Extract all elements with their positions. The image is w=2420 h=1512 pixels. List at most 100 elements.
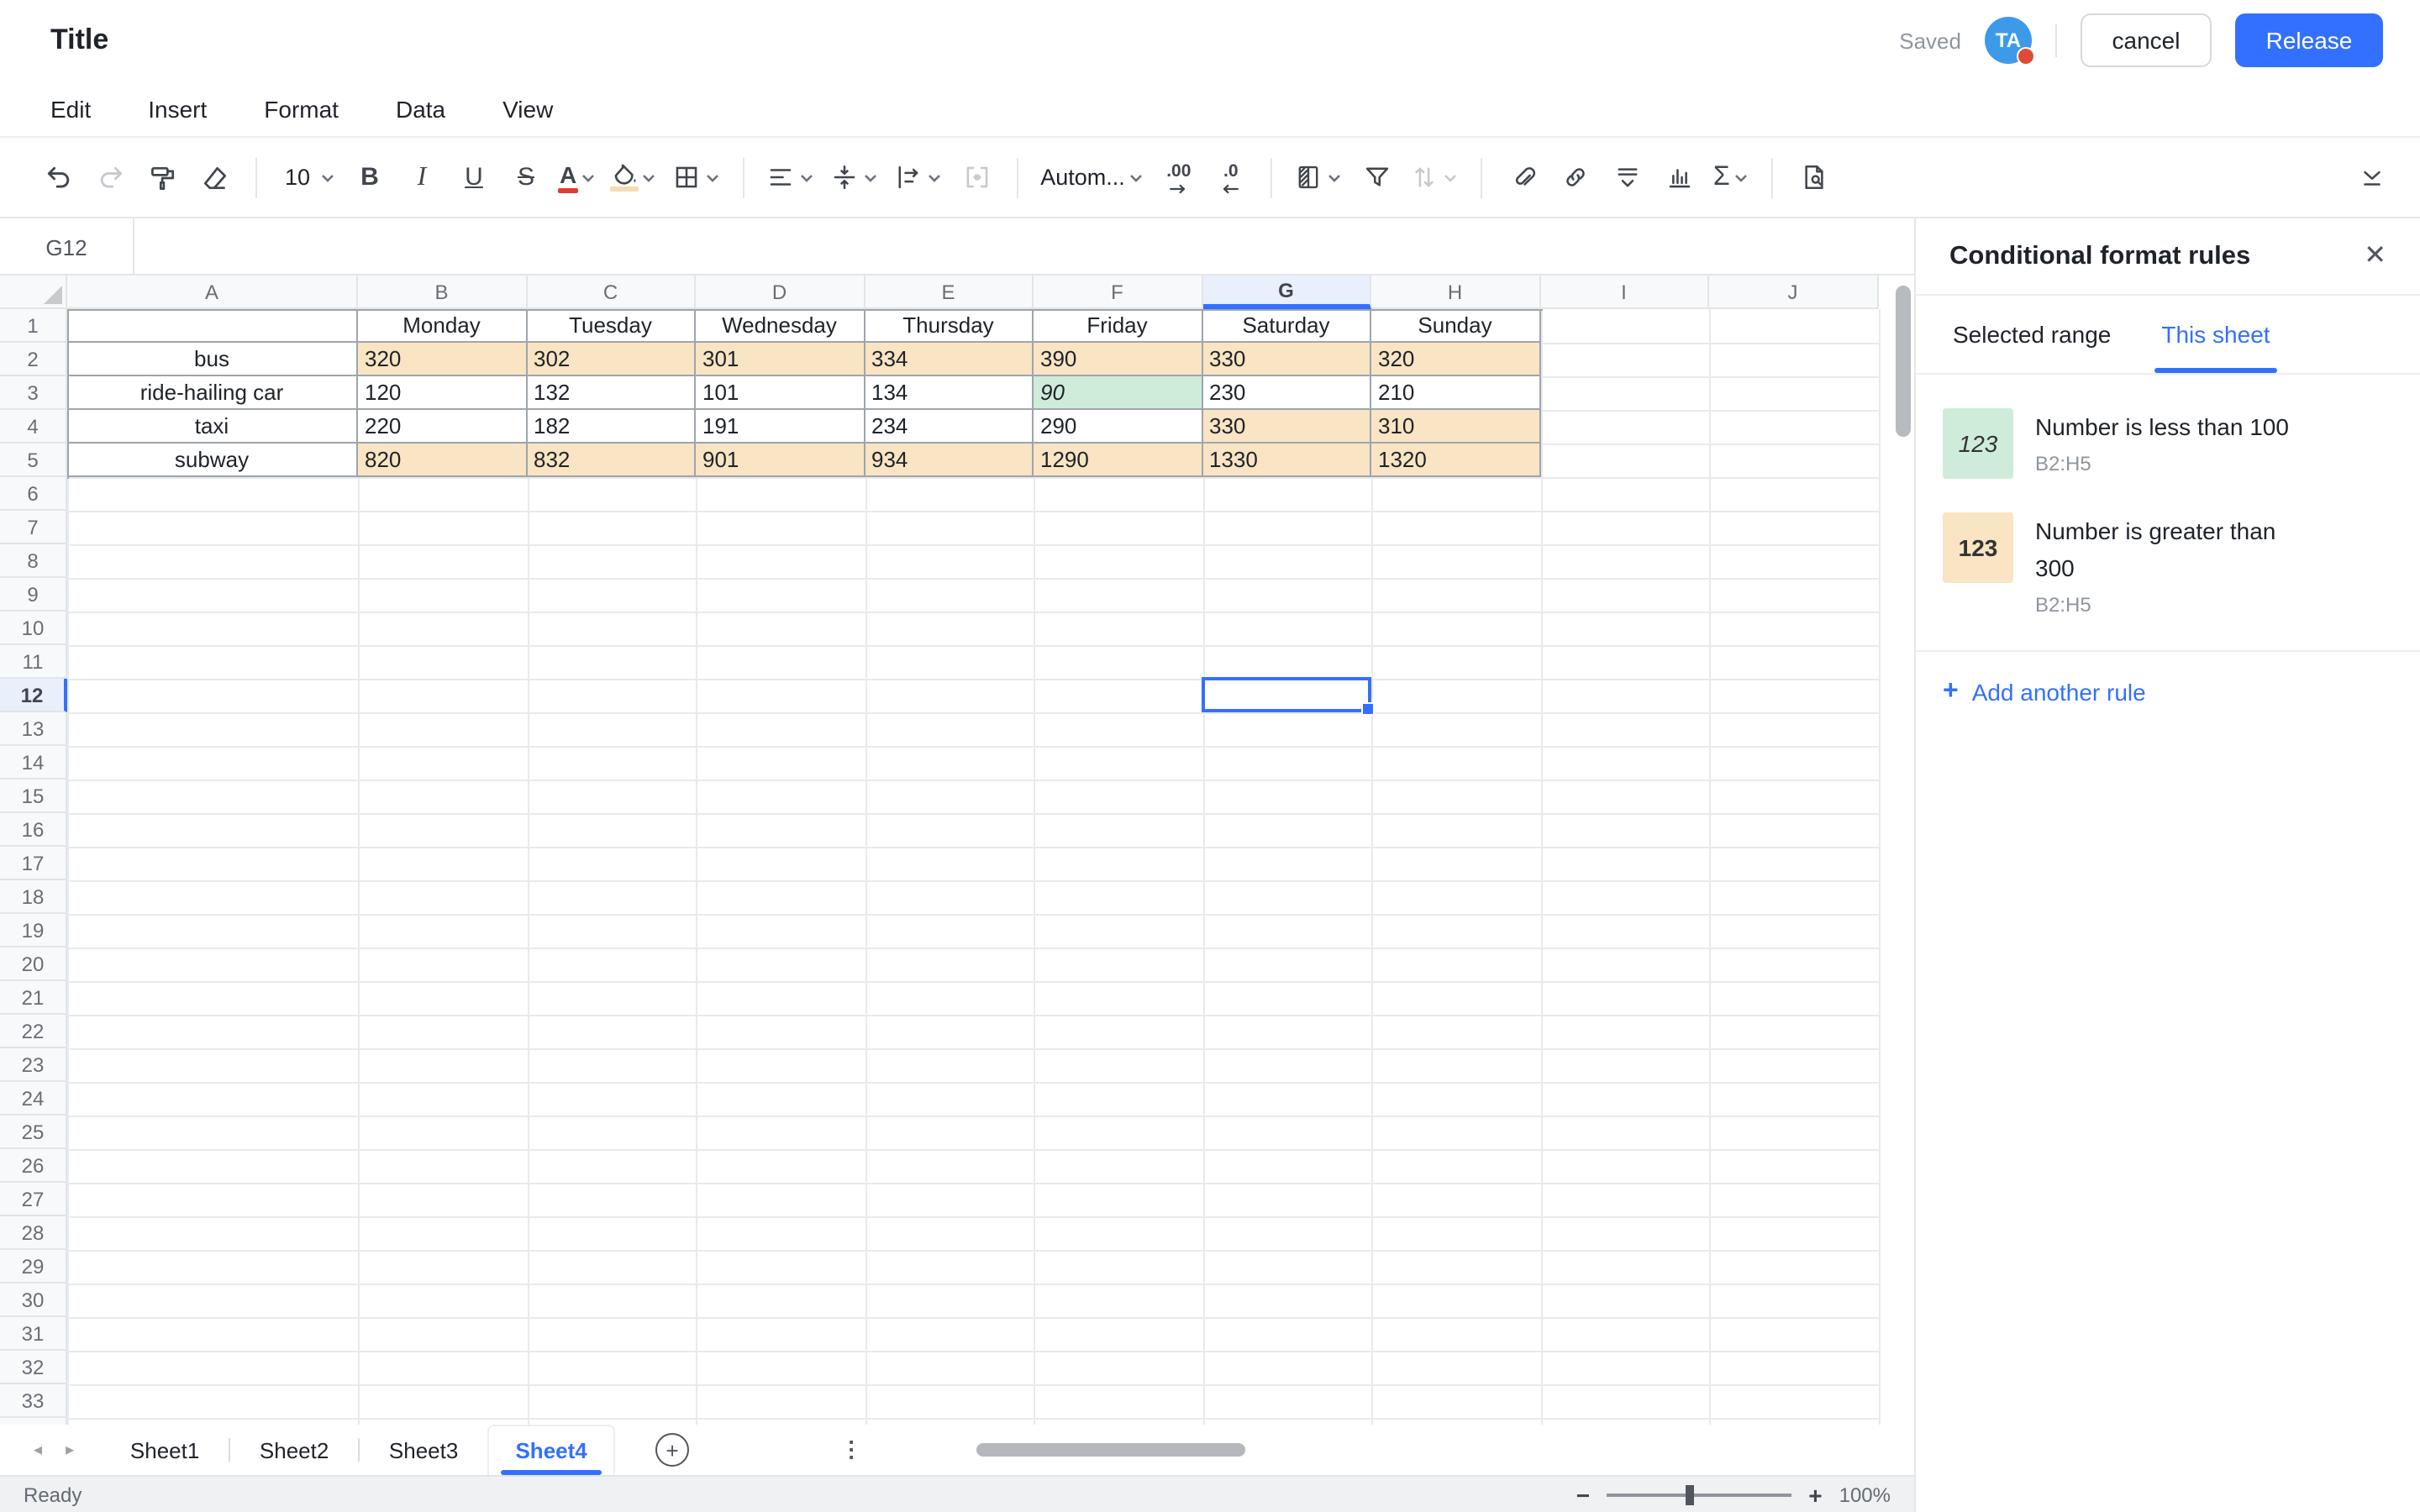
row-header-24[interactable]: 24 (0, 1082, 67, 1116)
row-header-18[interactable]: 18 (0, 880, 67, 914)
row-header-17[interactable]: 17 (0, 847, 67, 880)
cell-D1[interactable]: Wednesday (696, 309, 865, 343)
conditional-format-button[interactable] (1295, 155, 1344, 199)
doc-search-button[interactable] (1796, 155, 1833, 199)
format-rule-1[interactable]: 123 Number is less than 100 B2:H5 (1916, 375, 2420, 479)
add-sheet-button[interactable]: + (655, 1433, 690, 1467)
cell-A3[interactable]: ride-hailing car (67, 376, 358, 410)
column-header-G[interactable]: G (1202, 276, 1371, 309)
tab-scroll-left-icon[interactable]: ◂ (34, 1441, 42, 1459)
cancel-button[interactable]: cancel (2081, 13, 2212, 67)
row-header-31[interactable]: 31 (0, 1317, 67, 1351)
row-header-32[interactable]: 32 (0, 1351, 67, 1384)
cell-E5[interactable]: 934 (865, 444, 1034, 477)
column-header-H[interactable]: H (1371, 276, 1540, 309)
document-title[interactable]: Title (50, 24, 108, 57)
menu-view[interactable]: View (502, 95, 553, 122)
cell-A4[interactable]: taxi (67, 410, 358, 444)
cell-A2[interactable]: bus (67, 343, 358, 376)
sheet-tab-sheet2[interactable]: Sheet2 (230, 1425, 358, 1475)
tab-scroll-right-icon[interactable]: ▸ (66, 1441, 74, 1459)
cell-B4[interactable]: 220 (358, 410, 527, 444)
zoom-out-button[interactable]: − (1576, 1483, 1590, 1506)
menu-format[interactable]: Format (264, 95, 339, 122)
cell-E2[interactable]: 334 (865, 343, 1034, 376)
cell-E3[interactable]: 134 (865, 376, 1034, 410)
cell-C3[interactable]: 132 (527, 376, 696, 410)
cell-H4[interactable]: 310 (1371, 410, 1540, 444)
zoom-slider[interactable] (1607, 1484, 1792, 1504)
formula-button[interactable]: Σ (1713, 155, 1750, 199)
panel-tab-this-sheet[interactable]: This sheet (2154, 296, 2277, 373)
sheet-tab-sheet3[interactable]: Sheet3 (360, 1425, 487, 1475)
filter-button[interactable] (1359, 155, 1396, 199)
row-header-15[interactable]: 15 (0, 780, 67, 813)
column-header-F[interactable]: F (1034, 276, 1202, 309)
borders-button[interactable] (672, 155, 721, 199)
row-header-8[interactable]: 8 (0, 544, 67, 578)
cell-A1[interactable] (67, 309, 358, 343)
dropdown-list-button[interactable] (1609, 155, 1646, 199)
row-header-2[interactable]: 2 (0, 343, 67, 376)
horizontal-align-button[interactable] (766, 155, 815, 199)
text-wrap-button[interactable] (894, 155, 943, 199)
column-header-J[interactable]: J (1709, 276, 1878, 309)
row-header-12[interactable]: 12 (0, 679, 67, 712)
cell-E4[interactable]: 234 (865, 410, 1034, 444)
row-header-7[interactable]: 7 (0, 511, 67, 544)
cell-G3[interactable]: 230 (1202, 376, 1371, 410)
row-header-23[interactable]: 23 (0, 1048, 67, 1082)
row-header-27[interactable]: 27 (0, 1183, 67, 1216)
cell-C1[interactable]: Tuesday (527, 309, 696, 343)
sheet-more-button[interactable]: ⋮ (840, 1436, 862, 1463)
column-header-E[interactable]: E (865, 276, 1034, 309)
name-box[interactable]: G12 (0, 218, 134, 276)
cell-H3[interactable]: 210 (1371, 376, 1540, 410)
cell-A5[interactable]: subway (67, 444, 358, 477)
fill-color-button[interactable] (610, 155, 657, 199)
row-header-21[interactable]: 21 (0, 981, 67, 1015)
row-header-14[interactable]: 14 (0, 746, 67, 780)
row-header-10[interactable]: 10 (0, 612, 67, 645)
cell-C2[interactable]: 302 (527, 343, 696, 376)
row-header-6[interactable]: 6 (0, 477, 67, 511)
cell-F3[interactable]: 90 (1034, 376, 1202, 410)
attachment-button[interactable] (1505, 155, 1542, 199)
cell-H2[interactable]: 320 (1371, 343, 1540, 376)
decrease-decimal-button[interactable]: .0 (1213, 155, 1249, 199)
text-color-button[interactable]: A (558, 155, 597, 199)
format-rule-2[interactable]: 123 Number is greater than 300 B2:H5 (1916, 479, 2420, 617)
collapse-toolbar-button[interactable] (2353, 155, 2390, 199)
fill-handle[interactable] (1361, 702, 1375, 716)
italic-button[interactable]: I (403, 155, 440, 199)
paint-format-button[interactable] (145, 155, 182, 199)
menu-insert[interactable]: Insert (148, 95, 207, 122)
release-button[interactable]: Release (2235, 13, 2383, 67)
strikethrough-button[interactable]: S (508, 155, 544, 199)
cell-B3[interactable]: 120 (358, 376, 527, 410)
row-header-25[interactable]: 25 (0, 1116, 67, 1149)
row-header-16[interactable]: 16 (0, 813, 67, 847)
row-header-34[interactable]: 34 (0, 1418, 67, 1425)
column-header-B[interactable]: B (358, 276, 527, 309)
row-header-29[interactable]: 29 (0, 1250, 67, 1284)
cell-G4[interactable]: 330 (1202, 410, 1371, 444)
column-header-A[interactable]: A (67, 276, 358, 309)
chart-button[interactable] (1661, 155, 1698, 199)
cell-F4[interactable]: 290 (1034, 410, 1202, 444)
cell-B2[interactable]: 320 (358, 343, 527, 376)
sheet-tab-sheet1[interactable]: Sheet1 (101, 1425, 229, 1475)
vertical-align-button[interactable] (830, 155, 879, 199)
cell-D3[interactable]: 101 (696, 376, 865, 410)
font-size-control[interactable]: 10 (279, 155, 336, 199)
row-header-19[interactable]: 19 (0, 914, 67, 948)
redo-button[interactable] (92, 155, 129, 199)
column-header-I[interactable]: I (1540, 276, 1709, 309)
row-header-9[interactable]: 9 (0, 578, 67, 612)
sort-button[interactable] (1411, 155, 1460, 199)
cell-F5[interactable]: 1290 (1034, 444, 1202, 477)
cell-H1[interactable]: Sunday (1371, 309, 1540, 343)
cell-B5[interactable]: 820 (358, 444, 527, 477)
close-icon[interactable]: ✕ (2364, 242, 2386, 270)
horizontal-scrollbar[interactable] (976, 1443, 1245, 1457)
